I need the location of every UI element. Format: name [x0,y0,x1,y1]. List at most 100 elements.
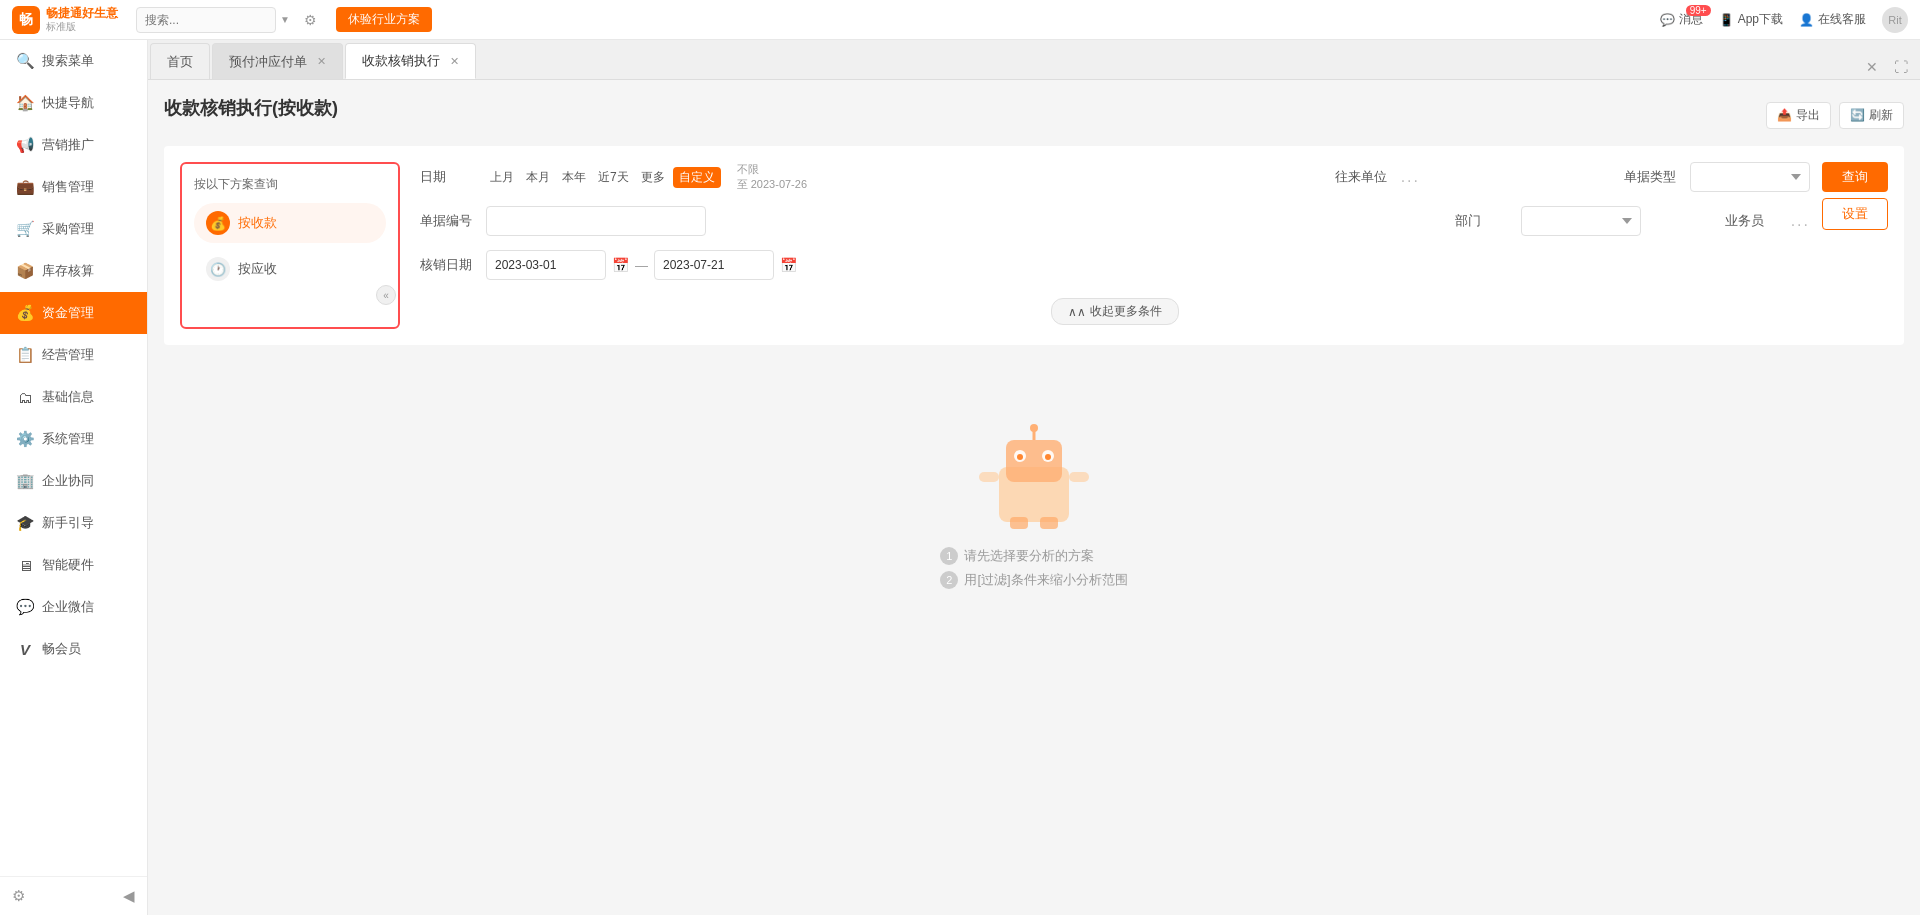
filter-left-title: 按以下方案查询 [194,176,386,193]
verify-date-start-input[interactable]: 2023-03-01 [486,250,606,280]
doc-type-label: 单据类型 [1624,168,1678,186]
tab-collection-label: 收款核销执行 [362,52,440,70]
doc-no-input[interactable] [486,206,706,236]
sidebar-item-inventory[interactable]: 📦 库存核算 [0,250,147,292]
tip-1-text: 请先选择要分析的方案 [964,547,1094,565]
date-more[interactable]: 更多 [637,167,669,188]
empty-tips: 1 请先选择要分析的方案 2 用[过滤]条件来缩小分析范围 [940,547,1127,589]
finance-icon: 💰 [16,304,34,322]
tab-expand-icon[interactable]: ⛶ [1890,55,1912,79]
solution-button[interactable]: 休验行业方案 [336,7,432,32]
sidebar-collapse-icon[interactable]: ◀ [123,887,135,905]
sidebar-item-finance[interactable]: 💰 资金管理 [0,292,147,334]
sidebar-item-marketing[interactable]: 📢 营销推广 [0,124,147,166]
export-label: 导出 [1796,107,1820,124]
export-button[interactable]: 📤 导出 [1766,102,1831,129]
filter-option-collection-label: 按收款 [238,214,277,232]
basic-icon: 🗂 [16,389,34,406]
app-download-button[interactable]: 📱 App下载 [1719,11,1783,28]
verify-date-label: 核销日期 [420,256,474,274]
purchase-icon: 🛒 [16,220,34,238]
filter-option-receivable[interactable]: 🕐 按应收 [194,249,386,289]
tip-1-num: 1 [940,547,958,565]
topbar-search-area: ▼ [136,7,290,33]
message-button[interactable]: 💬 消息 99+ [1660,11,1703,28]
tab-prepay-close-icon[interactable]: ✕ [317,55,326,68]
verify-date-end-input[interactable]: 2023-07-21 [654,250,774,280]
online-service-button[interactable]: 👤 在线客服 [1799,11,1866,28]
sidebar-label-basic: 基础信息 [42,388,94,406]
tab-close-all-icon[interactable]: ✕ [1862,55,1882,79]
verify-date-start-cal-icon[interactable]: 📅 [612,257,629,273]
filter-section: 按以下方案查询 💰 按收款 🕐 按应收 « [164,146,1904,345]
sidebar: 🔍 搜索菜单 🏠 快捷导航 📢 营销推广 💼 销售管理 🛒 采购管理 📦 库存核… [0,40,148,915]
brand-area: 畅 畅捷通好生意 标准版 [12,6,118,34]
filter-option-collection[interactable]: 💰 按收款 [194,203,386,243]
sidebar-item-sales[interactable]: 💼 销售管理 [0,166,147,208]
svg-rect-10 [1010,517,1028,529]
tab-prepay-label: 预付冲应付单 [229,53,307,71]
sidebar-item-wechat[interactable]: 💬 企业微信 [0,586,147,628]
sidebar-item-nav[interactable]: 🏠 快捷导航 [0,82,147,124]
search-icon: 🔍 [16,52,34,70]
date-last-month[interactable]: 上月 [486,167,518,188]
online-service-label: 在线客服 [1818,11,1866,28]
sidebar-item-basic[interactable]: 🗂 基础信息 [0,376,147,418]
date-this-month[interactable]: 本月 [522,167,554,188]
date-this-year[interactable]: 本年 [558,167,590,188]
management-icon: 📋 [16,346,34,364]
sidebar-item-purchase[interactable]: 🛒 采购管理 [0,208,147,250]
topbar-search-input[interactable] [136,7,276,33]
collapse-more-icon: ∧∧ [1068,305,1086,319]
enterprise-icon: 🏢 [16,472,34,490]
department-select[interactable] [1521,206,1641,236]
svg-point-7 [1030,424,1038,432]
filter-collapse-button[interactable]: « [376,285,396,305]
counterparty-dots[interactable]: ... [1401,168,1420,186]
main-layout: 🔍 搜索菜单 🏠 快捷导航 📢 营销推广 💼 销售管理 🛒 采购管理 📦 库存核… [0,40,1920,915]
verify-date-end-cal-icon[interactable]: 📅 [780,257,797,273]
settings-button[interactable]: 设置 [1822,198,1888,230]
date-7days[interactable]: 近7天 [594,167,633,188]
sidebar-label-guide: 新手引导 [42,514,94,532]
filter-layout: 按以下方案查询 💰 按收款 🕐 按应收 « [180,162,1888,329]
system-icon: ⚙️ [16,430,34,448]
sidebar-item-hardware[interactable]: 🖥 智能硬件 [0,544,147,586]
sidebar-label-member: 畅会员 [42,640,81,658]
sidebar-item-search[interactable]: 🔍 搜索菜单 [0,40,147,82]
content-area: 首页 预付冲应付单 ✕ 收款核销执行 ✕ ✕ ⛶ 收款核销执行(按收款) 📤 [148,40,1920,915]
sidebar-item-management[interactable]: 📋 经营管理 [0,334,147,376]
empty-state: 1 请先选择要分析的方案 2 用[过滤]条件来缩小分析范围 [164,357,1904,649]
user-avatar[interactable]: Rit [1882,7,1908,33]
tab-collection[interactable]: 收款核销执行 ✕ [345,43,476,79]
inventory-icon: 📦 [16,262,34,280]
message-icon: 💬 [1660,13,1675,27]
svg-point-5 [1045,454,1051,460]
sidebar-item-member[interactable]: V 畅会员 [0,628,147,670]
doc-type-select[interactable] [1690,162,1810,192]
app-icon: 📱 [1719,13,1734,27]
tab-home[interactable]: 首页 [150,43,210,79]
sidebar-item-system[interactable]: ⚙️ 系统管理 [0,418,147,460]
refresh-button[interactable]: 🔄 刷新 [1839,102,1904,129]
staff-dots[interactable]: ... [1791,212,1810,230]
topbar-right: 💬 消息 99+ 📱 App下载 👤 在线客服 Rit [1660,7,1908,33]
counterparty-label: 往来单位 [1335,168,1389,186]
date-custom[interactable]: 自定义 [673,167,721,188]
tab-prepay[interactable]: 预付冲应付单 ✕ [212,43,343,79]
collapse-more-button[interactable]: ∧∧ 收起更多条件 [1051,298,1179,325]
sidebar-settings-icon[interactable]: ⚙ [12,887,25,905]
marketing-icon: 📢 [16,136,34,154]
tab-collection-close-icon[interactable]: ✕ [450,55,459,68]
brand-sub: 标准版 [46,21,118,33]
sidebar-label-search: 搜索菜单 [42,52,94,70]
sidebar-item-enterprise[interactable]: 🏢 企业协同 [0,460,147,502]
topbar-gear-icon[interactable]: ⚙ [298,7,324,33]
svg-rect-11 [1040,517,1058,529]
query-button[interactable]: 查询 [1822,162,1888,192]
sidebar-item-guide[interactable]: 🎓 新手引导 [0,502,147,544]
sidebar-label-system: 系统管理 [42,430,94,448]
message-badge: 99+ [1686,5,1711,16]
doc-no-label: 单据编号 [420,212,474,230]
date-no-limit: 不限 [737,162,807,177]
